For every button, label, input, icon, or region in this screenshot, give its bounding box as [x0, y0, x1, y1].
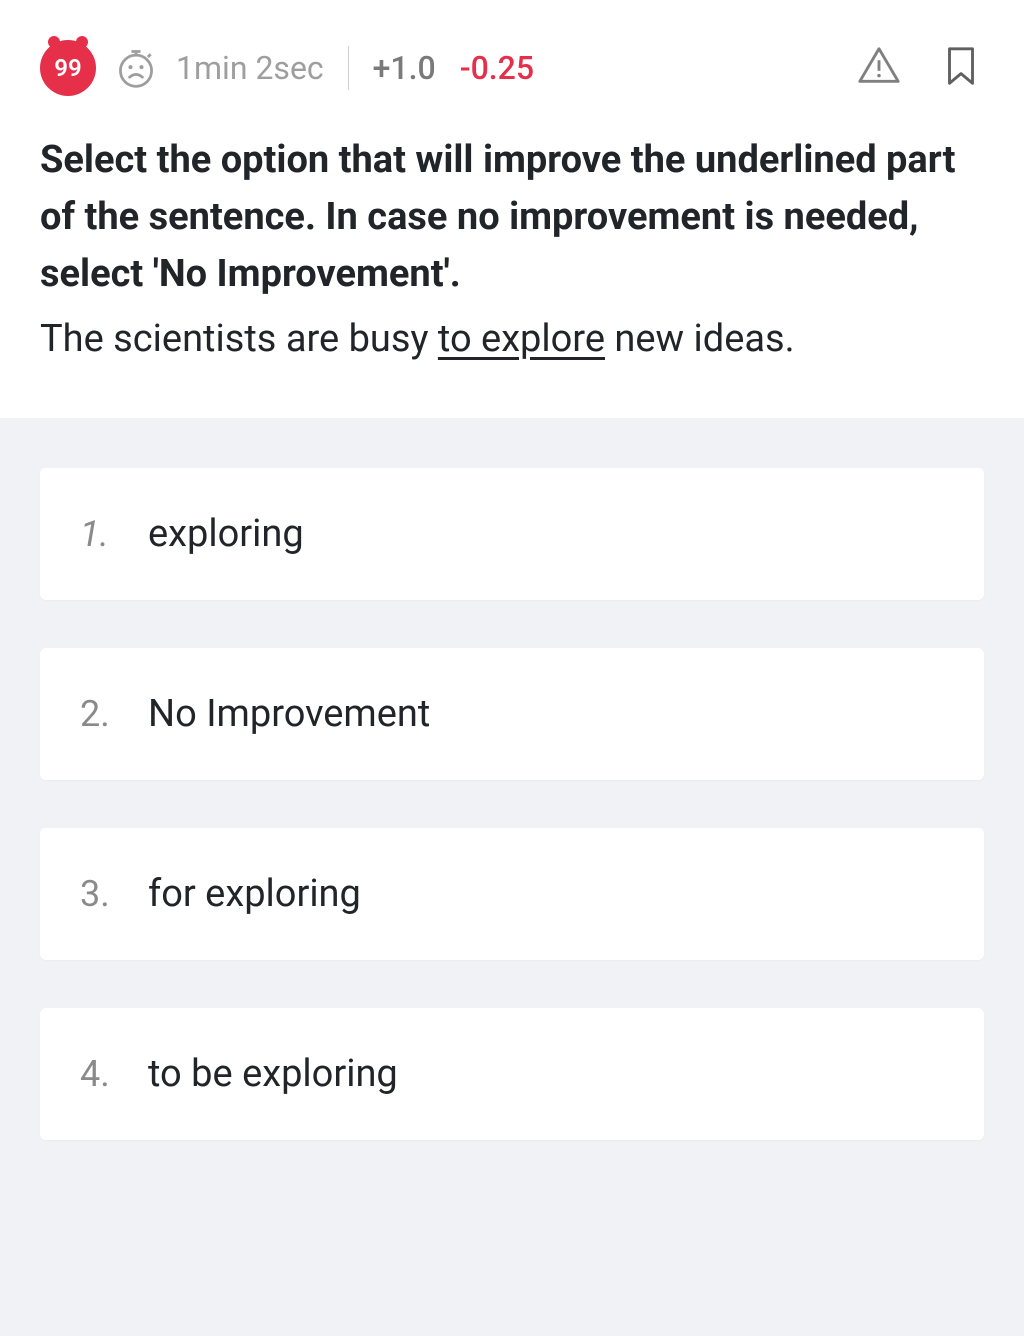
meta-row: 99 1min 2sec +1.0 -0.25	[40, 40, 984, 96]
option-2[interactable]: 2. No Improvement	[40, 648, 984, 780]
option-3[interactable]: 3. for exploring	[40, 828, 984, 960]
report-icon[interactable]	[856, 43, 902, 93]
option-number: 4.	[80, 1053, 120, 1095]
option-4[interactable]: 4. to be exploring	[40, 1008, 984, 1140]
question-instruction: Select the option that will improve the …	[40, 132, 984, 303]
stopwatch-sad-icon	[114, 46, 158, 90]
option-number: 2.	[80, 693, 120, 735]
option-number: 3.	[80, 873, 120, 915]
options-area: 1. exploring 2. No Improvement 3. for ex…	[0, 418, 1024, 1198]
option-text: No Improvement	[148, 692, 430, 736]
option-text: for exploring	[148, 872, 361, 916]
sentence-pre: The scientists are busy	[40, 317, 438, 361]
meta-divider	[348, 46, 349, 90]
score-positive: +1.0	[373, 49, 436, 87]
sentence-underlined: to explore	[438, 317, 605, 361]
question-card: 99 1min 2sec +1.0 -0.25	[0, 0, 1024, 418]
bookmark-icon[interactable]	[938, 43, 984, 93]
option-text: exploring	[148, 512, 304, 556]
option-1[interactable]: 1. exploring	[40, 468, 984, 600]
option-text: to be exploring	[148, 1052, 398, 1096]
option-number: 1.	[80, 513, 120, 555]
score-negative: -0.25	[460, 49, 534, 87]
question-number: 99	[54, 54, 81, 82]
question-sentence: The scientists are busy to explore new i…	[40, 311, 984, 368]
meta-actions	[856, 43, 984, 93]
timer-text: 1min 2sec	[176, 49, 324, 87]
sentence-post: new ideas.	[605, 317, 795, 361]
question-number-badge: 99	[40, 40, 96, 96]
